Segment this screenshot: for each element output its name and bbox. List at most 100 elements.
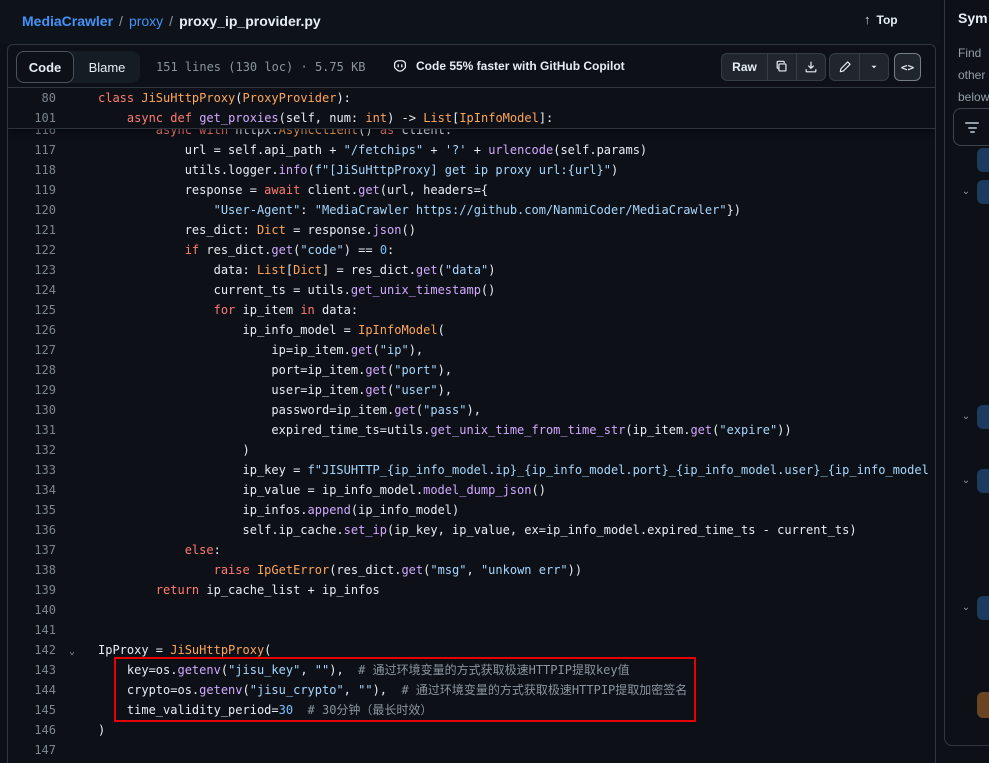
code-token: return bbox=[156, 583, 199, 597]
code-token: raise bbox=[214, 563, 250, 577]
code-token: IpInfoModel bbox=[459, 111, 538, 125]
code-token: (url, headers={ bbox=[380, 183, 488, 197]
symbol-kind-badge[interactable] bbox=[977, 469, 989, 493]
code-token: ), bbox=[438, 363, 452, 377]
line-number-133[interactable]: 133 bbox=[8, 460, 56, 480]
code-token: res_dict: bbox=[98, 223, 257, 237]
tab-blame[interactable]: Blame bbox=[74, 51, 140, 83]
collapse-chevron-icon[interactable]: ⌄ bbox=[56, 646, 75, 657]
line-number-80[interactable]: 80 bbox=[8, 88, 56, 108]
copy-raw-content-button[interactable] bbox=[767, 54, 796, 80]
code-token: : bbox=[300, 203, 314, 217]
line-number-129[interactable]: 129 bbox=[8, 380, 56, 400]
line-number-122[interactable]: 122 bbox=[8, 240, 56, 260]
line-gutter: ⌄ bbox=[56, 640, 98, 660]
code-token: res_dict. bbox=[199, 243, 271, 257]
line-number-135[interactable]: 135 bbox=[8, 500, 56, 520]
line-number-128[interactable]: 128 bbox=[8, 360, 56, 380]
symbol-kind-badge[interactable] bbox=[977, 692, 989, 718]
code-token: "User-Agent" bbox=[214, 203, 301, 217]
code-token: getenv bbox=[199, 683, 242, 697]
code-token: JiSuHttpProxy bbox=[170, 643, 264, 657]
code-line-140: 140 bbox=[8, 600, 935, 620]
code-token: )) bbox=[568, 563, 582, 577]
line-number-139[interactable]: 139 bbox=[8, 580, 56, 600]
code-text: ip_infos.append(ip_info_model) bbox=[98, 500, 935, 520]
chevron-down-icon[interactable]: ⌄ bbox=[959, 475, 973, 487]
code-token: "unkown err" bbox=[481, 563, 568, 577]
download-raw-file-button[interactable] bbox=[796, 54, 825, 80]
code-token: data: bbox=[98, 263, 257, 277]
line-number-120[interactable]: 120 bbox=[8, 200, 56, 220]
breadcrumb-repo-link[interactable]: MediaCrawler bbox=[22, 13, 113, 29]
line-gutter bbox=[56, 720, 98, 740]
line-number-146[interactable]: 146 bbox=[8, 720, 56, 740]
code-text bbox=[98, 600, 935, 620]
line-number-147[interactable]: 147 bbox=[8, 740, 56, 760]
code-text: "User-Agent": "MediaCrawler https://gith… bbox=[98, 200, 935, 220]
raw-button[interactable]: Raw bbox=[722, 54, 767, 80]
line-gutter bbox=[56, 320, 98, 340]
code-token: ), bbox=[438, 383, 452, 397]
symbols-panel-toggle-button[interactable]: <> bbox=[894, 53, 921, 81]
copilot-banner-text: Code 55% faster with GitHub Copilot bbox=[416, 59, 625, 73]
symbols-filter-input[interactable] bbox=[953, 108, 989, 146]
symbol-kind-badge[interactable] bbox=[977, 180, 989, 204]
code-token: current_ts = utils. bbox=[98, 283, 351, 297]
line-number-145[interactable]: 145 bbox=[8, 700, 56, 720]
edit-dropdown-button[interactable] bbox=[859, 54, 888, 80]
line-number-136[interactable]: 136 bbox=[8, 520, 56, 540]
filter-icon bbox=[965, 122, 979, 133]
scroll-to-top-button[interactable]: ↑ Top bbox=[864, 12, 898, 27]
line-number-144[interactable]: 144 bbox=[8, 680, 56, 700]
breadcrumb-folder-link[interactable]: proxy bbox=[129, 13, 163, 29]
line-gutter bbox=[56, 260, 98, 280]
chevron-down-icon[interactable]: ⌄ bbox=[959, 602, 973, 614]
line-number-131[interactable]: 131 bbox=[8, 420, 56, 440]
code-line-135: 135 ip_infos.append(ip_info_model) bbox=[8, 500, 935, 520]
chevron-down-icon[interactable]: ⌄ bbox=[959, 186, 973, 198]
line-number-127[interactable]: 127 bbox=[8, 340, 56, 360]
line-number-143[interactable]: 143 bbox=[8, 660, 56, 680]
code-token: crypto=os. bbox=[98, 683, 199, 697]
line-number-101[interactable]: 101 bbox=[8, 108, 56, 128]
code-text: for ip_item in data: bbox=[98, 300, 935, 320]
line-number-121[interactable]: 121 bbox=[8, 220, 56, 240]
code-token: "jisu_crypto" bbox=[250, 683, 344, 697]
code-line-132: 132 ) bbox=[8, 440, 935, 460]
line-number-126[interactable]: 126 bbox=[8, 320, 56, 340]
code-text: ) bbox=[98, 720, 935, 740]
symbol-kind-badge[interactable] bbox=[977, 405, 989, 429]
code-text: res_dict: Dict = response.json() bbox=[98, 220, 935, 240]
line-number-119[interactable]: 119 bbox=[8, 180, 56, 200]
code-line-125: 125 for ip_item in data: bbox=[8, 300, 935, 320]
symbol-kind-badge[interactable] bbox=[977, 148, 989, 172]
code-token: (ip_item. bbox=[625, 423, 690, 437]
symbol-kind-badge[interactable] bbox=[977, 596, 989, 620]
edit-file-button[interactable] bbox=[830, 54, 859, 80]
copilot-banner: Code 55% faster with GitHub Copilot bbox=[392, 58, 625, 74]
line-number-138[interactable]: 138 bbox=[8, 560, 56, 580]
line-number-123[interactable]: 123 bbox=[8, 260, 56, 280]
line-number-141[interactable]: 141 bbox=[8, 620, 56, 640]
tab-code[interactable]: Code bbox=[16, 51, 74, 83]
code-token: urlencode bbox=[488, 143, 553, 157]
file-meta-info: 151 lines (130 loc) · 5.75 KB bbox=[156, 60, 366, 74]
line-number-124[interactable]: 124 bbox=[8, 280, 56, 300]
line-number-125[interactable]: 125 bbox=[8, 300, 56, 320]
code-token: utils.logger. bbox=[98, 163, 279, 177]
chevron-down-icon[interactable]: ⌄ bbox=[959, 411, 973, 423]
code-line-127: 127 ip=ip_item.get("ip"), bbox=[8, 340, 935, 360]
line-number-117[interactable]: 117 bbox=[8, 140, 56, 160]
line-number-118[interactable]: 118 bbox=[8, 160, 56, 180]
line-number-140[interactable]: 140 bbox=[8, 600, 56, 620]
code-token: get bbox=[690, 423, 712, 437]
line-number-142[interactable]: 142 bbox=[8, 640, 56, 660]
symbols-panel-heading: Sym bbox=[958, 10, 988, 26]
line-number-130[interactable]: 130 bbox=[8, 400, 56, 420]
line-number-137[interactable]: 137 bbox=[8, 540, 56, 560]
line-number-132[interactable]: 132 bbox=[8, 440, 56, 460]
line-number-134[interactable]: 134 bbox=[8, 480, 56, 500]
file-view-container: Code Blame 151 lines (130 loc) · 5.75 KB… bbox=[7, 44, 936, 763]
line-gutter bbox=[56, 88, 98, 108]
